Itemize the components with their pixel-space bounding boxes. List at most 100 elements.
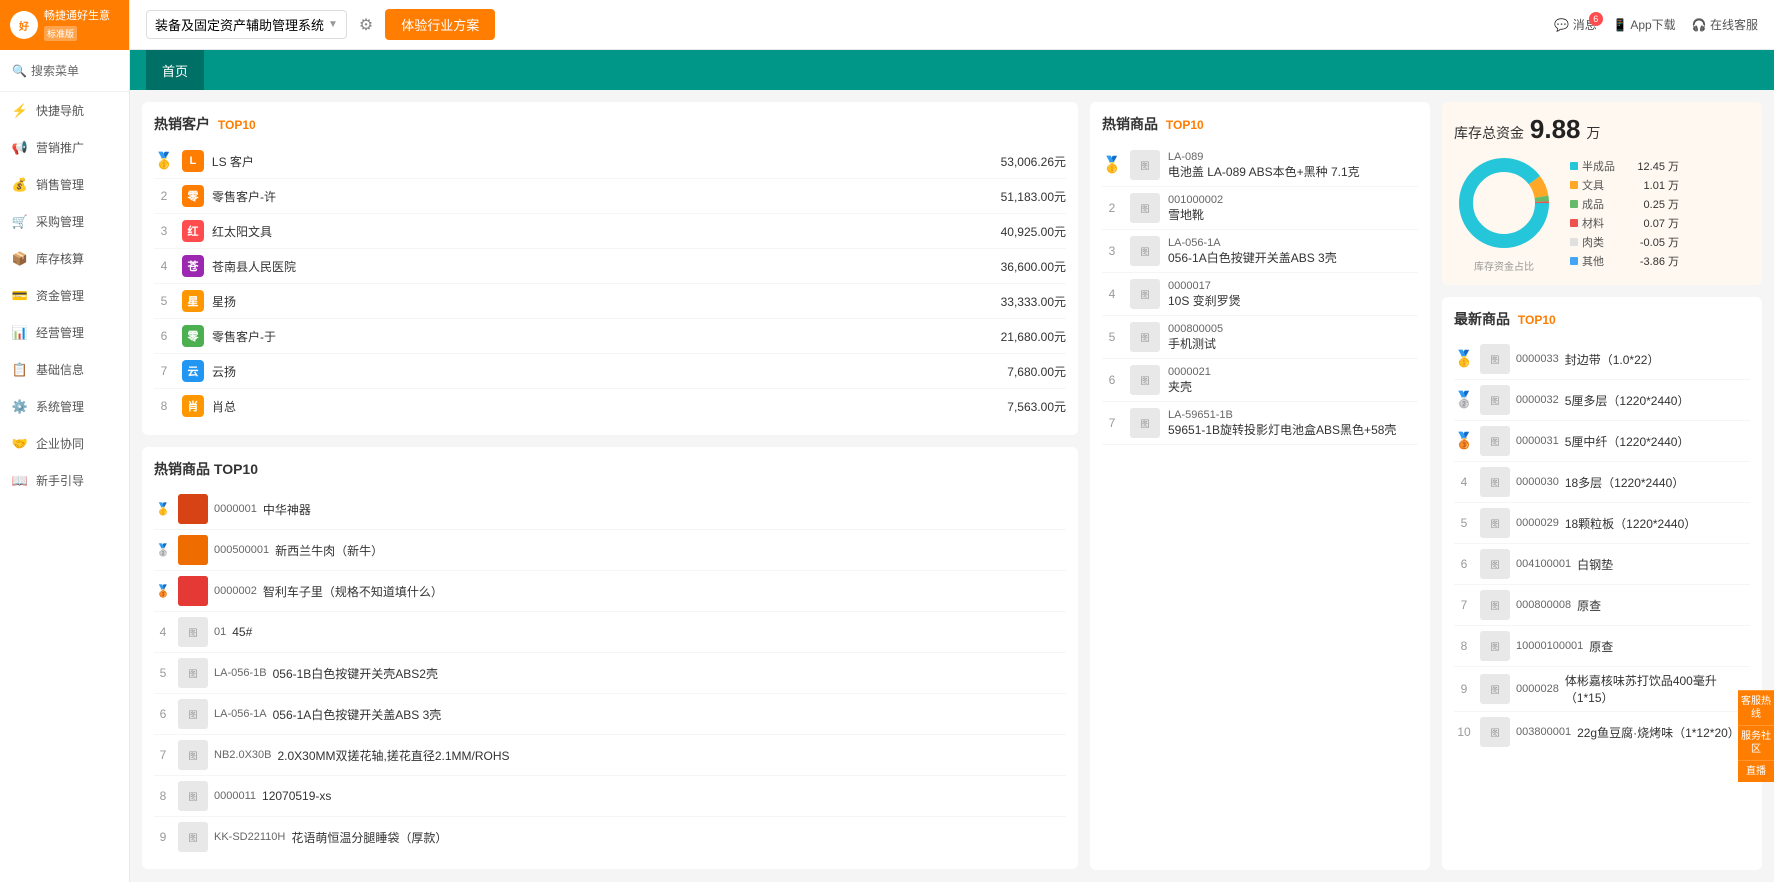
legend-item-other: 其他 -3.86 万: [1570, 253, 1679, 269]
inventory-total: 库存总资金 9.88 万: [1454, 114, 1750, 145]
live-button[interactable]: 直播: [1738, 760, 1774, 782]
customer-name-4: 苍南县人民医院: [212, 258, 993, 275]
inventory-amount: 9.88: [1530, 114, 1581, 144]
customer-name-2: 零售客户-许: [212, 188, 993, 205]
customer-amount-1: 53,006.26元: [1001, 153, 1066, 170]
sidebar-item-quicknav[interactable]: ⚡ 快捷导航: [0, 92, 129, 129]
top-sold-products-card: 热销商品 TOP10 🥇 图 LA-089 电池盖 LA-089 ABS本色+黑…: [1090, 102, 1430, 870]
product-name: 夹壳: [1168, 378, 1418, 395]
product-img: 图: [1130, 279, 1160, 309]
legend-item-meat: 肉类 -0.05 万: [1570, 234, 1679, 250]
header-right: 💬 消息 6 📱 App下载 🎧 在线客服: [1554, 16, 1758, 33]
nav-icon-purchase: 🛒: [12, 214, 28, 230]
customer-service-button[interactable]: 客服热线: [1738, 690, 1774, 725]
app-download[interactable]: 📱 App下载: [1613, 16, 1676, 33]
list-item: 🥇 L LS 客户 53,006.26元: [154, 144, 1066, 179]
trial-button[interactable]: 体验行业方案: [385, 9, 495, 40]
search-menu-button[interactable]: 🔍 搜索菜单: [8, 58, 121, 83]
nav-icon-sales: 💰: [12, 177, 28, 193]
medal-1: 🥇: [154, 151, 174, 171]
chevron-down-icon: ▼: [328, 19, 338, 30]
system-selector[interactable]: 装备及固定资产辅助管理系统 ▼: [146, 10, 347, 39]
logo-tag: 标准版: [44, 26, 77, 41]
product-code: LA-089: [1168, 151, 1418, 163]
legend-color-stationery: [1570, 181, 1578, 189]
product-img: 图: [1480, 674, 1510, 704]
sidebar-item-system[interactable]: ⚙️ 系统管理: [0, 388, 129, 425]
list-item: 4 图 0000017 10S 变刹罗煲: [1102, 273, 1418, 316]
float-support: 客服热线 服务社区 直播: [1738, 690, 1774, 782]
customer-list: 🥇 L LS 客户 53,006.26元 2 零 零售客户-许 51,183.0…: [154, 144, 1066, 423]
customer-amount-7: 7,680.00元: [1007, 363, 1066, 380]
legend-color-meat: [1570, 238, 1578, 246]
nav-label-system: 系统管理: [36, 398, 84, 415]
nav-label-inventory: 库存核算: [36, 250, 84, 267]
list-item: 2 零 零售客户-许 51,183.00元: [154, 179, 1066, 214]
product-name: 电池盖 LA-089 ABS本色+黑种 7.1克: [1168, 163, 1418, 180]
customer-amount-5: 33,333.00元: [1001, 293, 1066, 310]
nav-label-purchase: 采购管理: [36, 213, 84, 230]
list-item: 🥉 图 0000031 5厘中纤（1220*2440）: [1454, 421, 1750, 462]
nav-icon-finance: 💳: [12, 288, 28, 304]
list-item: 9 图 0000028 体彬嘉核味苏打饮品400毫升（1*15）: [1454, 667, 1750, 712]
sidebar-item-guide[interactable]: 📖 新手引导: [0, 462, 129, 499]
product-img: 图: [1130, 408, 1160, 438]
list-item: 4 苍 苍南县人民医院 36,600.00元: [154, 249, 1066, 284]
settings-icon[interactable]: ⚙: [359, 15, 373, 35]
sidebar-item-purchase[interactable]: 🛒 采购管理: [0, 203, 129, 240]
header: 装备及固定资产辅助管理系统 ▼ ⚙ 体验行业方案 💬 消息 6 📱 App下载 …: [130, 0, 1774, 50]
list-item: 7 图 000800008 原查: [1454, 585, 1750, 626]
product-img-8: 图: [178, 781, 208, 811]
sidebar-item-collab[interactable]: 🤝 企业协同: [0, 425, 129, 462]
product-img-5: 图: [178, 658, 208, 688]
notifications-area[interactable]: 💬 消息 6: [1554, 16, 1596, 33]
sidebar-item-sales[interactable]: 💰 销售管理: [0, 166, 129, 203]
list-item: 6 图 LA-056-1A 056-1A白色按键开关盖ABS 3壳: [154, 694, 1066, 735]
list-item: 5 图 LA-056-1B 056-1B白色按键开关壳ABS2壳: [154, 653, 1066, 694]
search-menu-area[interactable]: 🔍 搜索菜单: [0, 50, 129, 92]
community-button[interactable]: 服务社区: [1738, 725, 1774, 760]
list-item: 6 图 0000021 夹壳: [1102, 359, 1418, 402]
top-customers-card: 热销客户 TOP10 🥇 L LS 客户 53,006.26元 2 零 零售客户…: [142, 102, 1078, 435]
list-item: 🥈 图 0000032 5厘多层（1220*2440）: [1454, 380, 1750, 421]
list-item: 5 图 0000029 18颗粒板（1220*2440）: [1454, 503, 1750, 544]
sidebar: 好 畅捷通好生意 标准版 🔍 搜索菜单 ⚡ 快捷导航 📢 营销推广 💰 销售管理…: [0, 0, 130, 882]
left-panel: 热销客户 TOP10 🥇 L LS 客户 53,006.26元 2 零 零售客户…: [142, 102, 1078, 870]
customer-badge-4: 苍: [182, 255, 204, 277]
sidebar-item-inventory[interactable]: 📦 库存核算: [0, 240, 129, 277]
legend-color-other: [1570, 257, 1578, 265]
nav-icon-guide: 📖: [12, 473, 28, 489]
customer-name-6: 零售客户-于: [212, 328, 993, 345]
customer-name-5: 星扬: [212, 293, 993, 310]
legend-color-semifinished: [1570, 162, 1578, 170]
hot-products-card: 热销商品 TOP10 🥇 0000001 中华神器 🥈: [142, 447, 1078, 869]
customer-badge-3: 红: [182, 220, 204, 242]
tab-home[interactable]: 首页: [146, 50, 204, 90]
product-name: 手机测试: [1168, 335, 1418, 352]
page-tabs: 首页: [130, 50, 1774, 90]
nav-label-collab: 企业协同: [36, 435, 84, 452]
product-code: 0000021: [1168, 366, 1418, 378]
product-img: 图: [1130, 322, 1160, 352]
mobile-icon: 📱: [1613, 18, 1628, 32]
sidebar-item-marketing[interactable]: 📢 营销推广: [0, 129, 129, 166]
product-img: 图: [1480, 508, 1510, 538]
hot-products-title: 热销商品 TOP10: [154, 459, 1066, 479]
customer-amount-8: 7,563.00元: [1007, 398, 1066, 415]
list-item: 🥇 图 0000033 封边带（1.0*22）: [1454, 339, 1750, 380]
online-service[interactable]: 🎧 在线客服: [1692, 16, 1758, 33]
product-img-3: [178, 576, 208, 606]
sidebar-item-finance[interactable]: 💳 资金管理: [0, 277, 129, 314]
headset-icon: 🎧: [1692, 18, 1707, 32]
sidebar-item-basics[interactable]: 📋 基础信息: [0, 351, 129, 388]
notification-badge: 6: [1589, 12, 1603, 26]
customer-name-7: 云扬: [212, 363, 999, 380]
product-img: 图: [1130, 236, 1160, 266]
list-item: 7 图 LA-59651-1B 59651-1B旋转投影灯电池盒ABS黑色+58…: [1102, 402, 1418, 445]
sidebar-item-operations[interactable]: 📊 经营管理: [0, 314, 129, 351]
list-item: 8 图 10000100001 原查: [1454, 626, 1750, 667]
product-name: 雪地靴: [1168, 206, 1418, 223]
list-item: 10 图 003800001 22g鱼豆腐·烧烤味（1*12*20）: [1454, 712, 1750, 752]
list-item: 8 图 0000011 12070519-xs: [154, 776, 1066, 817]
middle-panel: 热销商品 TOP10 🥇 图 LA-089 电池盖 LA-089 ABS本色+黑…: [1090, 102, 1430, 870]
